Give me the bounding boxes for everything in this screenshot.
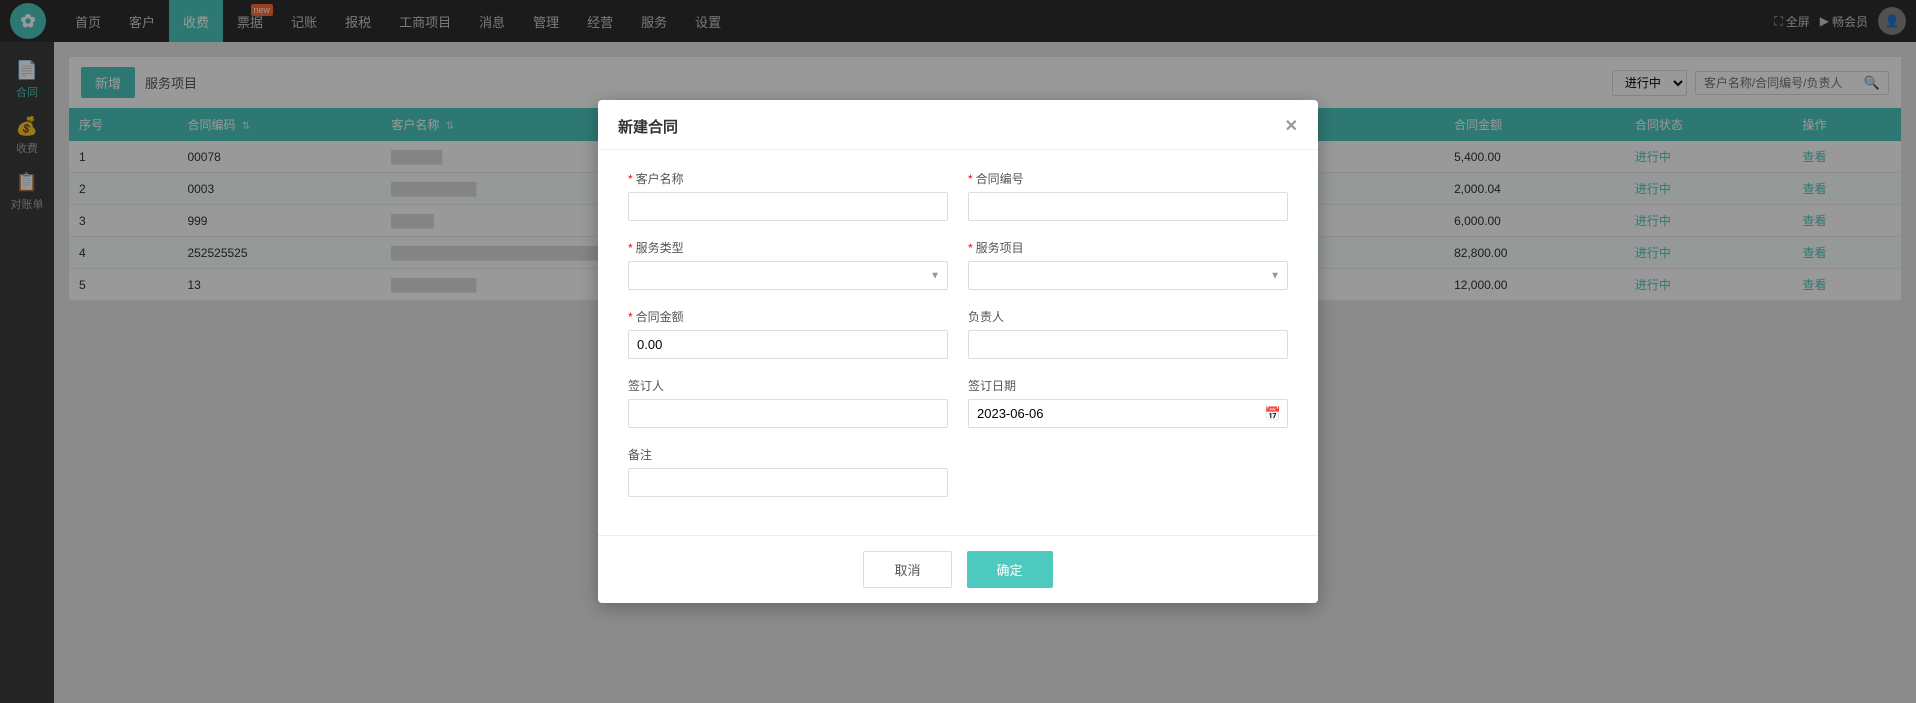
form-row-5: 备注 [628, 446, 1288, 497]
signer-input[interactable] [628, 399, 948, 428]
customer-name-input[interactable] [628, 192, 948, 221]
form-group-contract-no: * 合同编号 [968, 170, 1288, 221]
dialog-footer: 取消 确定 [598, 535, 1318, 603]
contract-no-input[interactable] [968, 192, 1288, 221]
form-row-3: * 合同金额 负责人 [628, 308, 1288, 359]
confirm-button[interactable]: 确定 [967, 551, 1053, 588]
remark-input[interactable] [628, 468, 948, 497]
form-group-customer-name: * 客户名称 [628, 170, 948, 221]
dialog-header: 新建合同 ✕ [598, 100, 1318, 150]
calendar-icon[interactable]: 📅 [1265, 406, 1287, 422]
responsible-label: 负责人 [968, 308, 1288, 325]
service-item-label: * 服务项目 [968, 239, 1288, 256]
cancel-button[interactable]: 取消 [863, 551, 951, 588]
service-type-select-wrap [628, 261, 948, 290]
sign-date-label: 签订日期 [968, 377, 1288, 394]
service-item-select[interactable] [968, 261, 1288, 290]
form-row-4: 签订人 签订日期 📅 [628, 377, 1288, 428]
dialog-body: * 客户名称 * 合同编号 * [598, 150, 1318, 535]
contract-no-label: * 合同编号 [968, 170, 1288, 187]
form-group-amount: * 合同金额 [628, 308, 948, 359]
dialog-title: 新建合同 [618, 116, 678, 137]
close-icon[interactable]: ✕ [1285, 119, 1298, 135]
form-group-remark: 备注 [628, 446, 948, 497]
form-group-sign-date: 签订日期 📅 [968, 377, 1288, 428]
form-group-service-type: * 服务类型 [628, 239, 948, 290]
form-group-signer: 签订人 [628, 377, 948, 428]
amount-input[interactable] [628, 330, 948, 359]
new-contract-dialog: 新建合同 ✕ * 客户名称 * 合同编号 [598, 100, 1318, 603]
form-row-1: * 客户名称 * 合同编号 [628, 170, 1288, 221]
service-type-select[interactable] [628, 261, 948, 290]
amount-label: * 合同金额 [628, 308, 948, 325]
form-row-2: * 服务类型 * 服务项目 [628, 239, 1288, 290]
customer-name-label: * 客户名称 [628, 170, 948, 187]
service-item-select-wrap [968, 261, 1288, 290]
modal-overlay[interactable]: 新建合同 ✕ * 客户名称 * 合同编号 [0, 0, 1916, 703]
signer-label: 签订人 [628, 377, 948, 394]
sign-date-input[interactable] [969, 400, 1260, 427]
form-group-responsible: 负责人 [968, 308, 1288, 359]
responsible-input[interactable] [968, 330, 1288, 359]
service-type-label: * 服务类型 [628, 239, 948, 256]
form-group-service-item: * 服务项目 [968, 239, 1288, 290]
remark-label: 备注 [628, 446, 948, 463]
sign-date-field: 📅 [968, 399, 1288, 428]
